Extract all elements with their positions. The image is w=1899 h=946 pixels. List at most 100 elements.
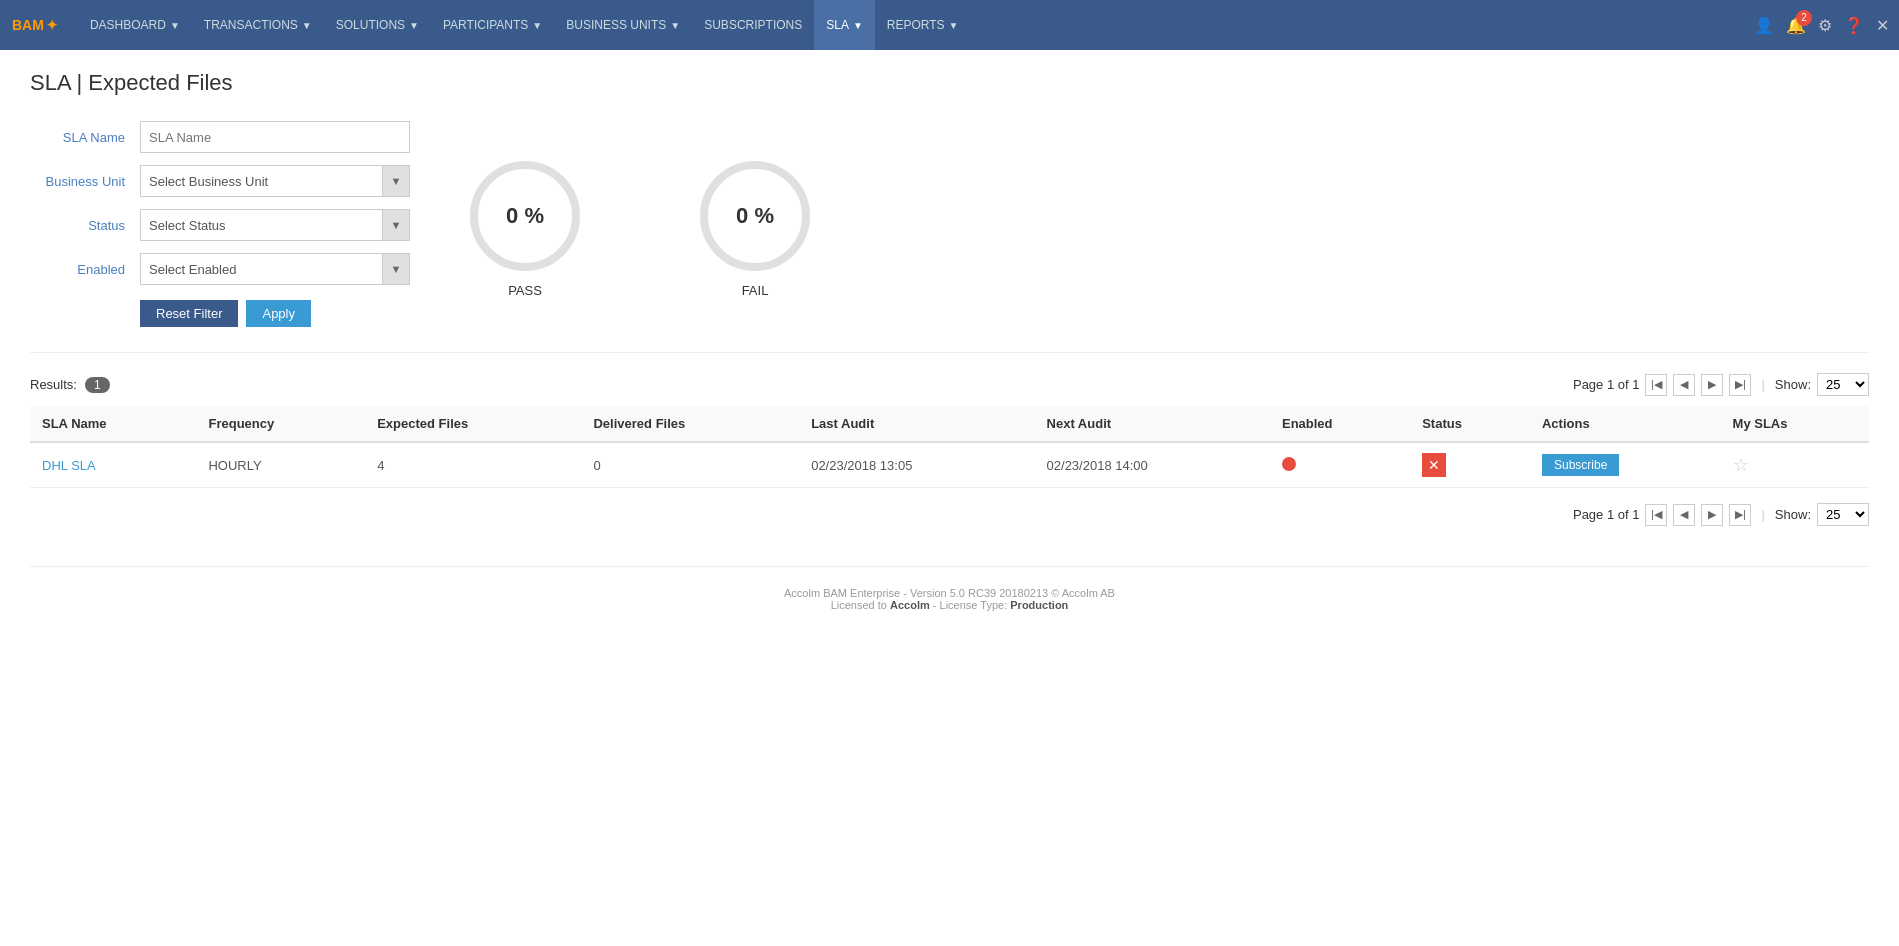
cell-sla-name: DHL SLA xyxy=(30,442,196,488)
enabled-dot-icon xyxy=(1282,457,1296,471)
stats-section: 0 % PASS 0 % FAIL xyxy=(470,121,810,327)
enabled-label: Enabled xyxy=(30,262,140,277)
cell-next-audit: 02/23/2018 14:00 xyxy=(1035,442,1270,488)
status-wrapper: Select Status ▼ xyxy=(140,209,410,241)
footer-license-type: Production xyxy=(1010,599,1068,611)
pass-label: PASS xyxy=(508,283,542,298)
first-page-top-button[interactable]: |◀ xyxy=(1645,374,1667,396)
col-frequency: Frequency xyxy=(196,406,365,442)
fail-label: FAIL xyxy=(742,283,769,298)
show-select-bottom[interactable]: 25 50 100 xyxy=(1817,503,1869,526)
nav-participants[interactable]: PARTICIPANTS ▼ xyxy=(431,0,554,50)
cell-expected-files: 4 xyxy=(365,442,581,488)
nav-right: 👤 🔔 2 ⚙ ❓ ✕ xyxy=(1754,16,1889,35)
settings-icon[interactable]: ⚙ xyxy=(1818,16,1832,35)
fail-container: 0 % FAIL xyxy=(700,161,810,298)
page-info-bottom: Page 1 of 1 xyxy=(1573,507,1640,522)
results-bar-bottom: Page 1 of 1 |◀ ◀ ▶ ▶| | Show: 25 50 100 xyxy=(30,503,1869,526)
col-sla-name: SLA Name xyxy=(30,406,196,442)
business-unit-select[interactable]: Select Business Unit xyxy=(140,165,410,197)
col-next-audit: Next Audit xyxy=(1035,406,1270,442)
business-unit-row: Business Unit Select Business Unit ▼ xyxy=(30,165,410,197)
col-expected-files: Expected Files xyxy=(365,406,581,442)
pipe-top: | xyxy=(1761,377,1764,392)
status-row: Status Select Status ▼ xyxy=(30,209,410,241)
pass-circle: 0 % xyxy=(470,161,580,271)
main-content: SLA | Expected Files SLA Name Business U… xyxy=(0,50,1899,946)
table-row: DHL SLA HOURLY 4 0 02/23/2018 13:05 02/2… xyxy=(30,442,1869,488)
enabled-row: Enabled Select Enabled ▼ xyxy=(30,253,410,285)
table-body: DHL SLA HOURLY 4 0 02/23/2018 13:05 02/2… xyxy=(30,442,1869,488)
business-unit-wrapper: Select Business Unit ▼ xyxy=(140,165,410,197)
help-icon[interactable]: ❓ xyxy=(1844,16,1864,35)
results-left: Results: 1 xyxy=(30,377,110,393)
cell-my-slas: ☆ xyxy=(1721,442,1869,488)
first-page-bottom-button[interactable]: |◀ xyxy=(1645,504,1667,526)
status-x-button[interactable]: ✕ xyxy=(1422,453,1446,477)
page-info-top: Page 1 of 1 xyxy=(1573,377,1640,392)
results-bar-top: Results: 1 Page 1 of 1 |◀ ◀ ▶ ▶| | Show:… xyxy=(30,373,1869,396)
nav-solutions[interactable]: SOLUTIONS ▼ xyxy=(324,0,431,50)
star-icon[interactable]: ☆ xyxy=(1733,455,1749,475)
user-icon[interactable]: 👤 xyxy=(1754,16,1774,35)
page-title: SLA | Expected Files xyxy=(30,70,1869,96)
sla-table: SLA Name Frequency Expected Files Delive… xyxy=(30,406,1869,488)
subscribe-button[interactable]: Subscribe xyxy=(1542,454,1619,476)
nav-transactions[interactable]: TRANSACTIONS ▼ xyxy=(192,0,324,50)
sla-name-link[interactable]: DHL SLA xyxy=(42,458,96,473)
nav-dashboard[interactable]: DASHBOARD ▼ xyxy=(78,0,192,50)
results-label: Results: xyxy=(30,377,77,392)
enabled-wrapper: Select Enabled ▼ xyxy=(140,253,410,285)
nav-subscriptions[interactable]: SUBSCRIPTIONS xyxy=(692,0,814,50)
footer-line1: Accolm BAM Enterprise - Version 5.0 RC39… xyxy=(50,587,1849,599)
cell-delivered-files: 0 xyxy=(581,442,799,488)
col-my-slas: My SLAs xyxy=(1721,406,1869,442)
pass-value: 0 % xyxy=(506,203,544,229)
filter-section: SLA Name Business Unit Select Business U… xyxy=(30,121,1869,327)
prev-page-top-button[interactable]: ◀ xyxy=(1673,374,1695,396)
navbar: BAM✦ DASHBOARD ▼ TRANSACTIONS ▼ SOLUTION… xyxy=(0,0,1899,50)
status-label: Status xyxy=(30,218,140,233)
pagination-bottom: Page 1 of 1 |◀ ◀ ▶ ▶| | Show: 25 50 100 xyxy=(1573,503,1869,526)
enabled-select[interactable]: Select Enabled xyxy=(140,253,410,285)
show-label-bottom: Show: xyxy=(1775,507,1811,522)
cell-actions: Subscribe xyxy=(1530,442,1721,488)
cell-frequency: HOURLY xyxy=(196,442,365,488)
footer-licensed-prefix: Licensed to xyxy=(831,599,890,611)
next-page-bottom-button[interactable]: ▶ xyxy=(1701,504,1723,526)
col-actions: Actions xyxy=(1530,406,1721,442)
sla-name-input[interactable] xyxy=(140,121,410,153)
cell-enabled xyxy=(1270,442,1410,488)
section-divider xyxy=(30,352,1869,353)
cell-last-audit: 02/23/2018 13:05 xyxy=(799,442,1034,488)
last-page-top-button[interactable]: ▶| xyxy=(1729,374,1751,396)
close-icon[interactable]: ✕ xyxy=(1876,16,1889,35)
apply-button[interactable]: Apply xyxy=(246,300,311,327)
fail-circle: 0 % xyxy=(700,161,810,271)
col-delivered-files: Delivered Files xyxy=(581,406,799,442)
nav-sla[interactable]: SLA ▼ xyxy=(814,0,875,50)
bell-icon[interactable]: 🔔 2 xyxy=(1786,16,1806,35)
table-header: SLA Name Frequency Expected Files Delive… xyxy=(30,406,1869,442)
col-last-audit: Last Audit xyxy=(799,406,1034,442)
filter-buttons: Reset Filter Apply xyxy=(140,300,410,327)
col-enabled: Enabled xyxy=(1270,406,1410,442)
last-page-bottom-button[interactable]: ▶| xyxy=(1729,504,1751,526)
nav-reports[interactable]: REPORTS ▼ xyxy=(875,0,971,50)
notification-badge: 2 xyxy=(1796,10,1812,26)
filter-form: SLA Name Business Unit Select Business U… xyxy=(30,121,410,327)
business-unit-label: Business Unit xyxy=(30,174,140,189)
fail-value: 0 % xyxy=(736,203,774,229)
reset-filter-button[interactable]: Reset Filter xyxy=(140,300,238,327)
prev-page-bottom-button[interactable]: ◀ xyxy=(1673,504,1695,526)
col-status: Status xyxy=(1410,406,1530,442)
nav-business-units[interactable]: BUSINESS UNITS ▼ xyxy=(554,0,692,50)
results-count: 1 xyxy=(85,377,110,393)
next-page-top-button[interactable]: ▶ xyxy=(1701,374,1723,396)
status-select[interactable]: Select Status xyxy=(140,209,410,241)
show-select-top[interactable]: 25 50 100 xyxy=(1817,373,1869,396)
logo-icon: ✦ xyxy=(46,17,58,33)
footer-line2: Licensed to Accolm - License Type: Produ… xyxy=(50,599,1849,611)
sla-name-label: SLA Name xyxy=(30,130,140,145)
footer: Accolm BAM Enterprise - Version 5.0 RC39… xyxy=(30,566,1869,631)
